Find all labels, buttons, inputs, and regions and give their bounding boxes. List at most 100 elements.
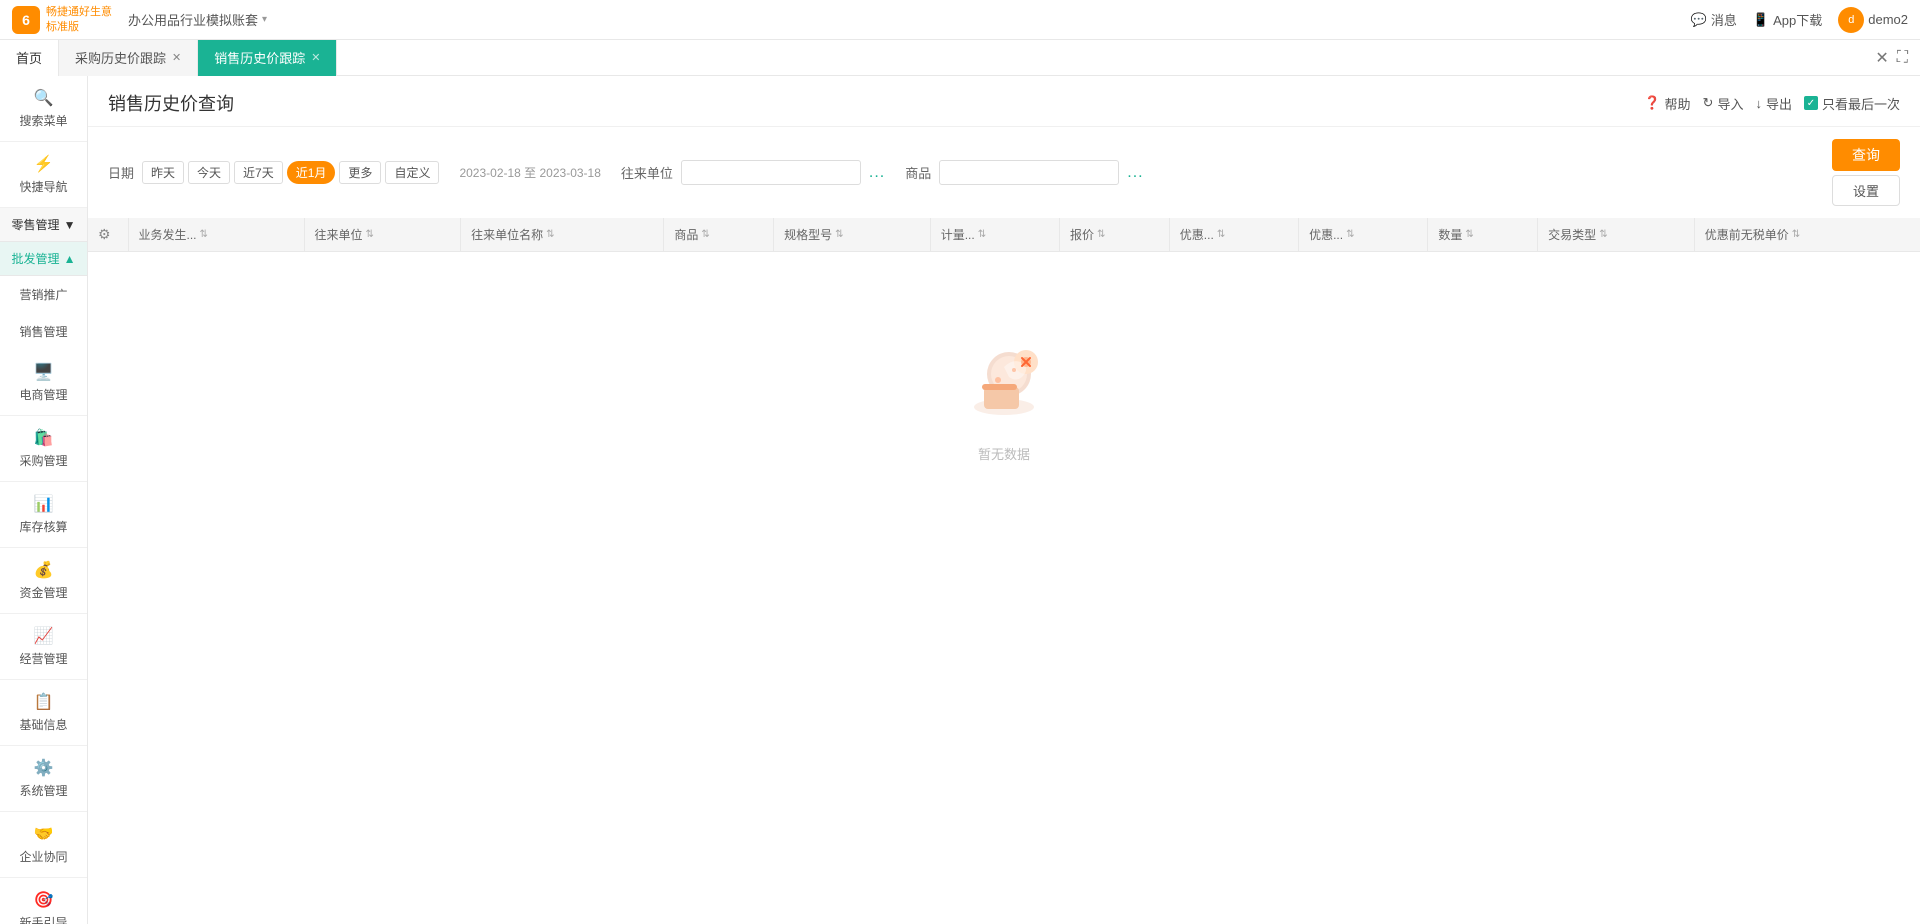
goods-input[interactable] xyxy=(939,160,1119,185)
page-content: 销售历史价查询 ❓ 帮助 ↻ 导入 ↓ 导出 ✓ xyxy=(88,76,1920,924)
message-icon: 💬 xyxy=(1691,12,1707,28)
finance-icon: 💰 xyxy=(34,560,54,580)
message-action[interactable]: 💬 消息 xyxy=(1691,10,1737,29)
page-title: 销售历史价查询 xyxy=(108,90,234,116)
empty-icon xyxy=(954,332,1054,432)
top-bar-right: 💬 消息 📱 App下载 d demo2 xyxy=(1691,7,1908,33)
user-action[interactable]: d demo2 xyxy=(1838,7,1908,33)
sidebar-item-operations[interactable]: 📈 经营管理 xyxy=(0,614,87,680)
sort-icon: ⇅ xyxy=(1346,229,1354,240)
sidebar-item-finance[interactable]: 💰 资金管理 xyxy=(0,548,87,614)
export-action[interactable]: ↓ 导出 xyxy=(1755,94,1792,113)
sidebar-item-guide[interactable]: 🎯 新手引导 xyxy=(0,878,87,924)
th-quantity[interactable]: 数量 ⇅ xyxy=(1428,218,1538,252)
tab-home[interactable]: 首页 xyxy=(0,40,59,76)
data-table: ⚙ 业务发生... ⇅ 往来单位 xyxy=(88,218,1920,252)
close-tab-button[interactable]: ✕ xyxy=(1875,48,1888,68)
tab-bar-actions: ✕ ⛶ xyxy=(1875,48,1920,68)
empty-text: 暂无数据 xyxy=(978,444,1030,463)
maximize-button[interactable]: ⛶ xyxy=(1897,49,1908,67)
th-unit-code[interactable]: 往来单位 ⇅ xyxy=(304,218,461,252)
page-header: 销售历史价查询 ❓ 帮助 ↻ 导入 ↓ 导出 ✓ xyxy=(88,76,1920,127)
th-discount1[interactable]: 优惠... ⇅ xyxy=(1169,218,1298,252)
date-btn-today[interactable]: 今天 xyxy=(188,161,230,184)
download-icon: 📱 xyxy=(1753,12,1769,28)
inventory-icon: 📊 xyxy=(34,494,54,514)
sidebar-item-ecommerce[interactable]: 🖥️ 电商管理 xyxy=(0,350,87,416)
sidebar-item-system[interactable]: ⚙️ 系统管理 xyxy=(0,746,87,812)
basic-icon: 📋 xyxy=(34,692,54,712)
download-action[interactable]: 📱 App下载 xyxy=(1753,10,1822,29)
th-price[interactable]: 报价 ⇅ xyxy=(1059,218,1169,252)
sidebar-item-sales-mgmt[interactable]: 销售管理 xyxy=(0,313,87,350)
goods-label: 商品 xyxy=(905,163,931,182)
avatar: d xyxy=(1838,7,1864,33)
date-btn-more[interactable]: 更多 xyxy=(339,161,381,184)
sidebar-item-search[interactable]: 🔍 搜索菜单 xyxy=(0,76,87,142)
import-action[interactable]: ↻ 导入 xyxy=(1703,94,1744,113)
table-container: ⚙ 业务发生... ⇅ 往来单位 xyxy=(88,218,1920,543)
th-no-tax-price[interactable]: 优惠前无税单价 ⇅ xyxy=(1694,218,1920,252)
tab-bar: 首页 采购历史价跟踪 ✕ 销售历史价跟踪 ✕ ✕ ⛶ xyxy=(0,40,1920,76)
export-icon: ↓ xyxy=(1755,96,1762,111)
only-last-checkbox[interactable]: ✓ 只看最后一次 xyxy=(1804,94,1900,113)
import-icon: ↻ xyxy=(1703,95,1714,111)
sidebar: 🔍 搜索菜单 ⚡ 快捷导航 零售管理 ▼ 批发管理 ▲ 营销推广 销售管理 🖥️… xyxy=(0,76,88,924)
th-unit[interactable]: 计量... ⇅ xyxy=(930,218,1059,252)
app-selector[interactable]: 办公用品行业模拟账套 ▾ xyxy=(120,6,275,33)
date-btn-1month[interactable]: 近1月 xyxy=(287,161,336,184)
from-unit-input[interactable] xyxy=(681,160,861,185)
date-btn-yesterday[interactable]: 昨天 xyxy=(142,161,184,184)
empty-illustration xyxy=(954,332,1054,432)
checkbox-icon: ✓ xyxy=(1804,96,1818,110)
from-unit-search-icon[interactable]: ... xyxy=(869,164,885,182)
th-business-date[interactable]: 业务发生... ⇅ xyxy=(128,218,304,252)
sort-icon: ⇅ xyxy=(1217,229,1225,240)
close-purchase-tab[interactable]: ✕ xyxy=(172,51,181,64)
tab-purchase[interactable]: 采购历史价跟踪 ✕ xyxy=(59,40,198,76)
top-bar-left: 6 畅捷通好生意 标准版 办公用品行业模拟账套 ▾ xyxy=(12,5,275,34)
close-sales-tab[interactable]: ✕ xyxy=(311,51,320,64)
sidebar-item-wholesale[interactable]: 批发管理 ▲ xyxy=(0,242,87,276)
chevron-up-icon: ▲ xyxy=(64,252,76,266)
sidebar-item-cooperation[interactable]: 🤝 企业协同 xyxy=(0,812,87,878)
setting-button[interactable]: 设置 xyxy=(1832,175,1900,206)
date-range-text: 2023-02-18 至 2023-03-18 xyxy=(459,164,600,181)
operations-icon: 📈 xyxy=(34,626,54,646)
sort-icon: ⇅ xyxy=(200,229,208,240)
sort-icon: ⇅ xyxy=(701,229,709,240)
date-filter-group: 日期 昨天 今天 近7天 近1月 更多 自定义 xyxy=(108,161,439,184)
goods-filter: 商品 ... xyxy=(905,160,1143,185)
goods-search-icon[interactable]: ... xyxy=(1127,164,1143,182)
gear-icon[interactable]: ⚙ xyxy=(98,226,111,243)
sort-icon: ⇅ xyxy=(1465,229,1473,240)
th-discount2[interactable]: 优惠... ⇅ xyxy=(1299,218,1428,252)
help-action[interactable]: ❓ 帮助 xyxy=(1644,94,1690,113)
th-trade-type[interactable]: 交易类型 ⇅ xyxy=(1538,218,1695,252)
lightning-icon: ⚡ xyxy=(34,154,54,174)
sidebar-item-inventory[interactable]: 📊 库存核算 xyxy=(0,482,87,548)
date-btn-7days[interactable]: 近7天 xyxy=(234,161,283,184)
tab-sales[interactable]: 销售历史价跟踪 ✕ xyxy=(198,40,337,76)
system-icon: ⚙️ xyxy=(34,758,54,778)
date-btn-custom[interactable]: 自定义 xyxy=(385,161,439,184)
search-icon: 🔍 xyxy=(34,88,54,108)
guide-icon: 🎯 xyxy=(34,890,54,910)
from-unit-label: 往来单位 xyxy=(621,163,673,182)
sidebar-item-retail[interactable]: 零售管理 ▼ xyxy=(0,208,87,242)
table-header: ⚙ 业务发生... ⇅ 往来单位 xyxy=(88,218,1920,252)
th-spec[interactable]: 规格型号 ⇅ xyxy=(774,218,931,252)
sort-icon: ⇅ xyxy=(366,229,374,240)
sort-icon: ⇅ xyxy=(1599,229,1607,240)
sort-icon: ⇅ xyxy=(835,229,843,240)
table-header-row: ⚙ 业务发生... ⇅ 往来单位 xyxy=(88,218,1920,252)
query-button[interactable]: 查询 xyxy=(1832,139,1900,171)
purchase-icon: 🛍️ xyxy=(34,428,54,448)
th-goods[interactable]: 商品 ⇅ xyxy=(664,218,774,252)
sidebar-item-purchase[interactable]: 🛍️ 采购管理 xyxy=(0,416,87,482)
th-unit-name[interactable]: 往来单位名称 ⇅ xyxy=(461,218,664,252)
sidebar-item-quick[interactable]: ⚡ 快捷导航 xyxy=(0,142,87,208)
sidebar-item-basic[interactable]: 📋 基础信息 xyxy=(0,680,87,746)
sidebar-item-marketing[interactable]: 营销推广 xyxy=(0,276,87,313)
main-layout: 🔍 搜索菜单 ⚡ 快捷导航 零售管理 ▼ 批发管理 ▲ 营销推广 销售管理 🖥️… xyxy=(0,76,1920,924)
